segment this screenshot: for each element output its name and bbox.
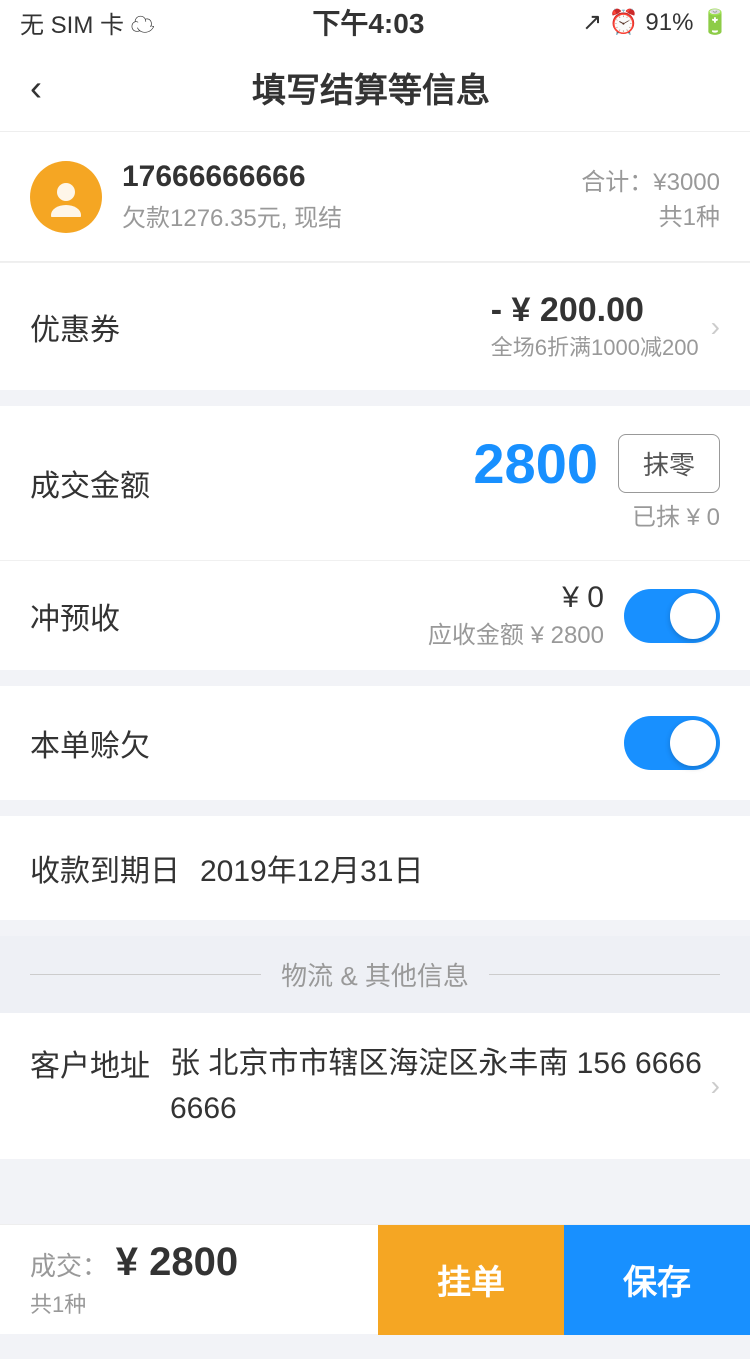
divider-line-left: [30, 974, 261, 975]
nav-bar: ‹ 填写结算等信息: [0, 44, 750, 132]
coupon-desc: 全场6折满1000减200: [491, 330, 699, 362]
coupon-row[interactable]: 优惠券 - ¥ 200.00 全场6折满1000减200 ›: [0, 262, 750, 390]
total-count: 共1种: [581, 197, 720, 232]
deal-right: 2800 抹零: [473, 434, 720, 493]
chevron-right-icon: ›: [711, 311, 720, 343]
address-content: 张 北京市市辖区海淀区永丰南 156 6666 6666: [170, 1041, 711, 1131]
total-label: 合计：¥3000: [581, 162, 720, 197]
status-time: 下午4:03: [312, 2, 424, 42]
deal-label: 成交金额: [30, 461, 150, 505]
logistics-divider: 物流 & 其他信息: [0, 936, 750, 1013]
prepay-sub: 应收金额 ¥ 2800: [428, 615, 604, 650]
status-right: ↗ ⏰ 91% 🔋: [582, 8, 730, 37]
logistics-divider-section: 物流 & 其他信息: [0, 936, 750, 1013]
save-button[interactable]: 保存: [564, 1225, 750, 1335]
hold-button[interactable]: 挂单: [378, 1225, 564, 1335]
customer-info-text: 17666666666 欠款1276.35元, 现结: [122, 160, 342, 233]
prepay-toggle[interactable]: [624, 589, 720, 643]
coupon-label: 优惠券: [30, 305, 120, 349]
bottom-deal-row: 成交： ¥ 2800: [30, 1240, 348, 1285]
customer-left: 17666666666 欠款1276.35元, 现结: [30, 160, 342, 233]
back-button[interactable]: ‹: [30, 67, 42, 109]
customer-phone: 17666666666: [122, 160, 342, 194]
due-date-value: 2019年12月31日: [200, 846, 423, 890]
deal-amount: 2800: [473, 436, 598, 492]
prepay-amount: ¥ 0: [428, 581, 604, 615]
customer-debt: 欠款1276.35元, 现结: [122, 198, 342, 233]
prepay-row: 冲预收 ¥ 0 应收金额 ¥ 2800: [0, 560, 750, 670]
round-button[interactable]: 抹零: [618, 434, 720, 493]
status-bar: 无 SIM 卡 ☁ 下午4:03 ↗ ⏰ 91% 🔋: [0, 0, 750, 44]
bottom-count: 共1种: [30, 1287, 348, 1319]
deal-row: 成交金额 2800 抹零 已抹 ¥ 0: [0, 406, 750, 560]
debt-row: 本单赊欠: [0, 686, 750, 800]
prepay-amount-block: ¥ 0 应收金额 ¥ 2800: [428, 581, 604, 650]
status-left: 无 SIM 卡 ☁: [20, 5, 155, 40]
toggle-knob: [670, 593, 716, 639]
deal-section: 成交金额 2800 抹零 已抹 ¥ 0 冲预收 ¥ 0 应收金额 ¥ 2800: [0, 406, 750, 670]
logistics-divider-text: 物流 & 其他信息: [281, 956, 469, 993]
bottom-left: 成交： ¥ 2800 共1种: [0, 1240, 378, 1319]
prepay-label: 冲预收: [30, 594, 120, 638]
divider-line-right: [489, 974, 720, 975]
address-label: 客户地址: [30, 1041, 150, 1085]
signal-text: 无 SIM 卡 ☁: [20, 5, 155, 40]
customer-section: 17666666666 欠款1276.35元, 现结 合计：¥3000 共1种 …: [0, 132, 750, 390]
due-date-row: 收款到期日 2019年12月31日: [0, 816, 750, 920]
debt-label: 本单赊欠: [30, 721, 150, 765]
customer-info-row: 17666666666 欠款1276.35元, 现结 合计：¥3000 共1种: [0, 132, 750, 262]
debt-toggle[interactable]: [624, 716, 720, 770]
bottom-bar: 成交： ¥ 2800 共1种 挂单 保存: [0, 1224, 750, 1334]
avatar: [30, 161, 102, 233]
coupon-discount: - ¥ 200.00: [491, 291, 699, 330]
toggle-knob-debt: [670, 720, 716, 766]
prepay-right: ¥ 0 应收金额 ¥ 2800: [428, 581, 720, 650]
coupon-right: - ¥ 200.00 全场6折满1000减200 ›: [491, 291, 720, 362]
address-row[interactable]: 客户地址 张 北京市市辖区海淀区永丰南 156 6666 6666 ›: [0, 1013, 750, 1159]
due-date-label: 收款到期日: [30, 846, 180, 890]
bottom-amount: ¥ 2800: [116, 1240, 238, 1284]
page-title: 填写结算等信息: [62, 63, 680, 112]
chevron-right-address-icon: ›: [711, 1070, 720, 1102]
deal-sub: 已抹 ¥ 0: [473, 497, 720, 532]
bottom-deal-label: 成交：: [30, 1251, 108, 1281]
customer-right: 合计：¥3000 共1种: [581, 162, 720, 232]
battery-icon: ↗ ⏰ 91% 🔋: [582, 8, 730, 37]
